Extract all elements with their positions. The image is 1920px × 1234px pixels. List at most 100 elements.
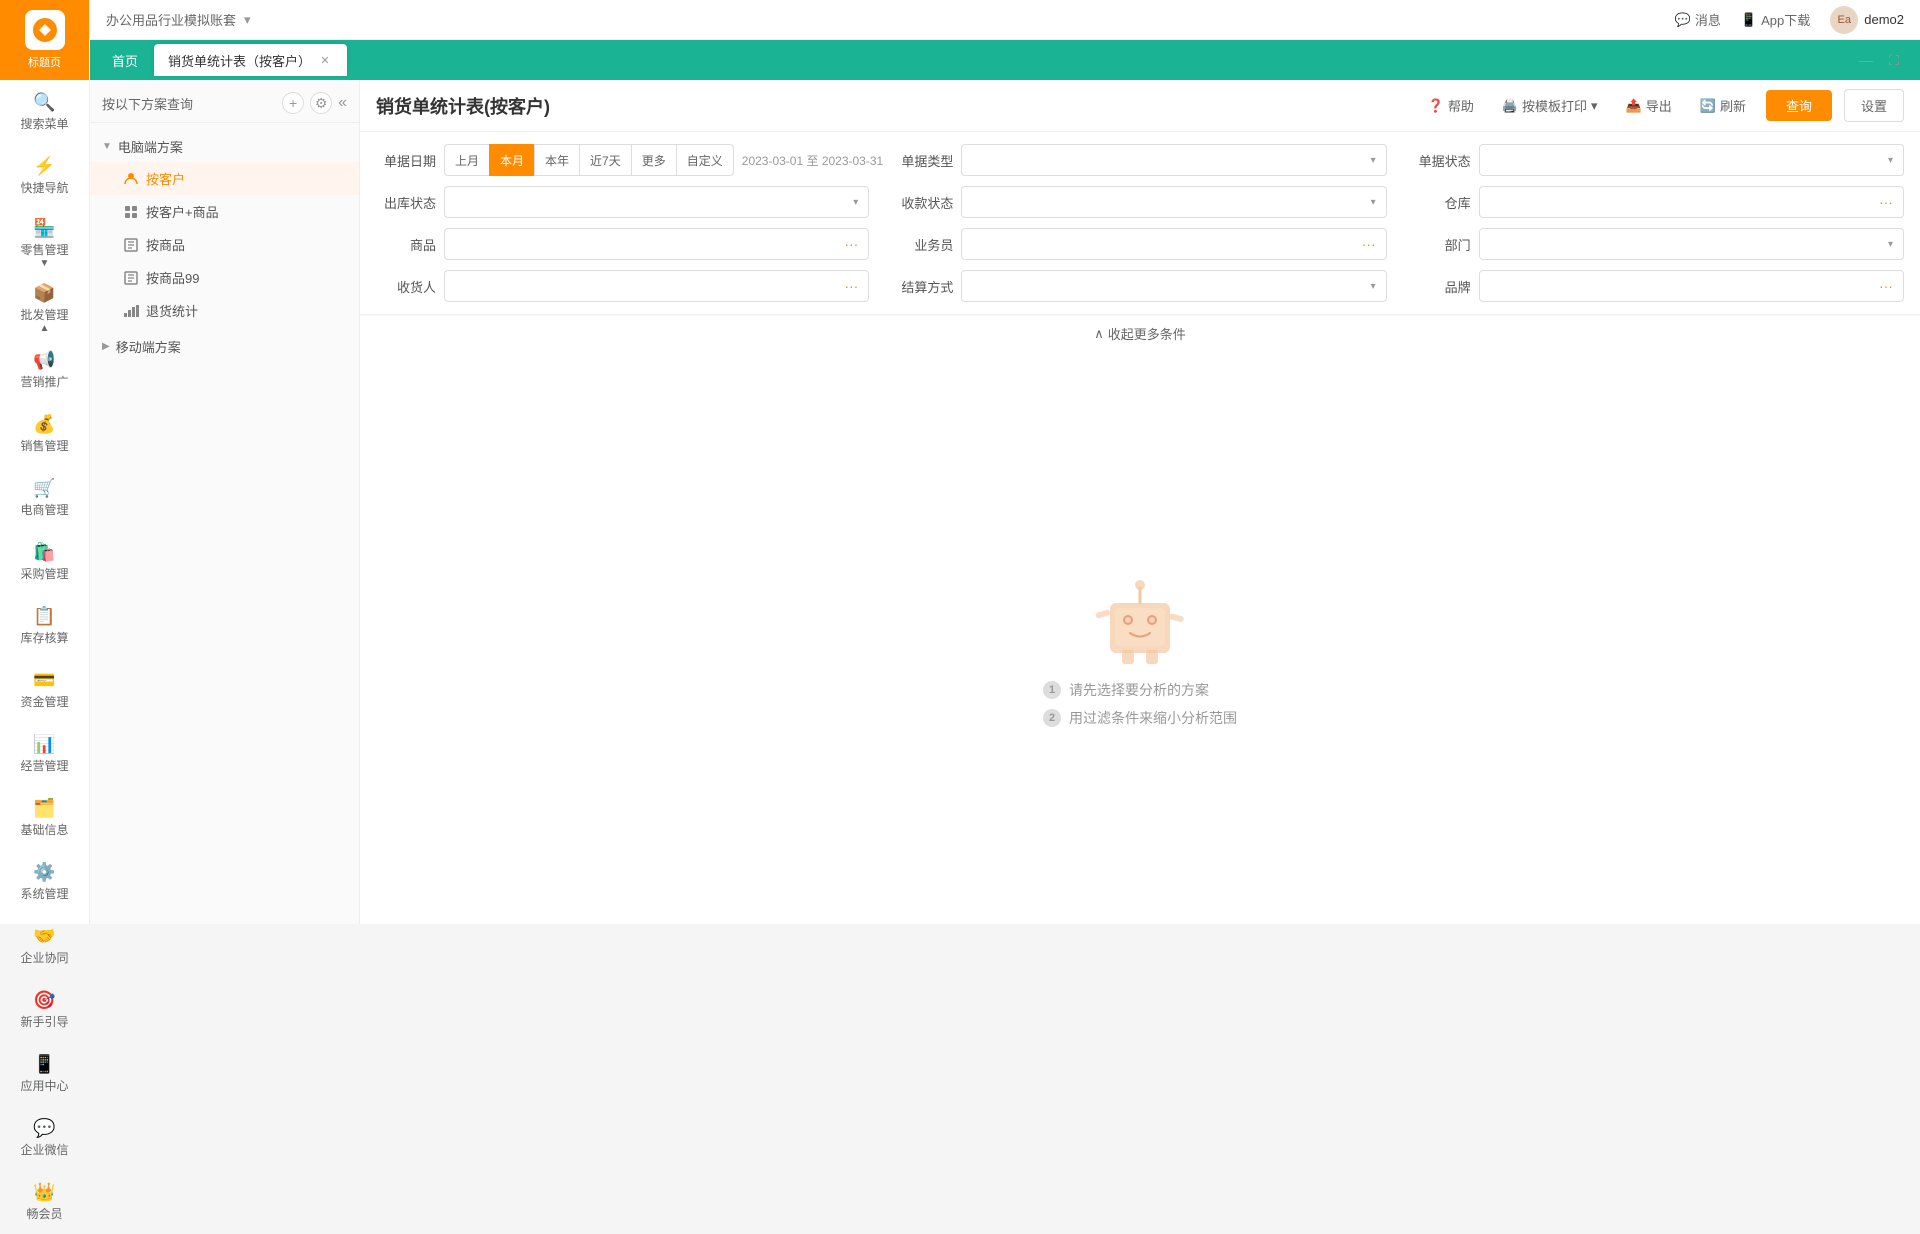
- sidebar-item-finance[interactable]: 💳 资金管理: [0, 658, 89, 722]
- collapse-more-button[interactable]: ∧ 收起更多条件: [360, 315, 1920, 351]
- filter-warehouse: 仓库 ···: [1411, 186, 1904, 218]
- tab-sales-stats[interactable]: 销货单统计表（按客户） ✕: [154, 44, 347, 76]
- sidebar-item-wechat[interactable]: 💬 企业微信: [0, 1106, 89, 1170]
- filter-row-1: 单据日期 上月 本月 本年 近7天 更多 自定义 2023-03-01 至 20…: [376, 144, 1904, 176]
- scheme-item-return-stats-label: 退货统计: [146, 301, 198, 320]
- sidebar-item-label-newbie: 新手引导: [20, 1013, 68, 1030]
- user-profile[interactable]: Ea demo2: [1830, 6, 1904, 34]
- desktop-section-header[interactable]: ▼ 电脑端方案: [90, 131, 359, 162]
- brand-select[interactable]: ···: [1479, 270, 1904, 302]
- header-left: 办公用品行业模拟账套 ▾: [106, 10, 251, 29]
- sidebar-item-ecom[interactable]: 🛒 电商管理: [0, 466, 89, 530]
- sidebar-item-wholesale[interactable]: 📦 批发管理 ▲: [0, 273, 89, 338]
- salesperson-dots-icon[interactable]: ···: [1362, 236, 1376, 252]
- export-label: 导出: [1646, 96, 1672, 115]
- chevron-down-icon: ▼: [40, 258, 50, 269]
- order-type-select[interactable]: ▾: [961, 144, 1386, 176]
- export-button[interactable]: 📤 导出: [1618, 92, 1680, 119]
- collapse-panel-button[interactable]: «: [338, 94, 347, 112]
- scheme-item-customer-product[interactable]: 按客户+商品: [90, 195, 359, 228]
- warehouse-select[interactable]: ···: [1479, 186, 1904, 218]
- chevron-right-icon: ▶: [102, 341, 110, 352]
- department-arrow-icon: ▾: [1888, 239, 1893, 250]
- warehouse-dots-icon[interactable]: ···: [1879, 194, 1893, 210]
- date-btn-more[interactable]: 更多: [631, 144, 676, 176]
- refresh-button[interactable]: 🔄 刷新: [1692, 92, 1754, 119]
- settings-scheme-button[interactable]: ⚙: [310, 92, 332, 114]
- scheme-item-by-customer[interactable]: 按客户: [90, 162, 359, 195]
- business-icon: 📊: [33, 734, 55, 755]
- customer-icon: [122, 170, 140, 188]
- breadcrumb-dropdown-icon[interactable]: ▾: [244, 12, 251, 28]
- goods-dots-icon[interactable]: ···: [844, 236, 858, 252]
- out-status-select[interactable]: ▾: [444, 186, 869, 218]
- sidebar-item-label-appcenter: 应用中心: [20, 1077, 68, 1094]
- tab-home[interactable]: 首页: [98, 44, 152, 76]
- sidebar-item-vip[interactable]: 👑 畅会员: [0, 1170, 89, 1234]
- sidebar-item-marketing[interactable]: 📢 营销推广: [0, 338, 89, 402]
- filter-order-status: 单据状态 ▾: [1411, 144, 1904, 176]
- salesperson-select[interactable]: ···: [961, 228, 1386, 260]
- system-icon: ⚙️: [33, 862, 55, 883]
- top-header: 办公用品行业模拟账套 ▾ 💬 消息 📱 App下载 Ea demo2: [90, 0, 1920, 40]
- order-status-select[interactable]: ▾: [1479, 144, 1904, 176]
- print-button[interactable]: 🖨️ 按模板打印 ▾: [1494, 92, 1606, 119]
- brand-dots-icon[interactable]: ···: [1879, 278, 1893, 294]
- filter-date: 单据日期 上月 本月 本年 近7天 更多 自定义 2023-03-01 至 20…: [376, 144, 869, 176]
- sidebar-item-basic[interactable]: 🗂️ 基础信息: [0, 786, 89, 850]
- date-btn-this-year[interactable]: 本年: [534, 144, 579, 176]
- sidebar-item-business[interactable]: 📊 经营管理: [0, 722, 89, 786]
- message-button[interactable]: 💬 消息: [1675, 10, 1721, 29]
- query-button[interactable]: 查询: [1766, 90, 1832, 121]
- filter-salesperson: 业务员 ···: [893, 228, 1386, 260]
- consignee-label: 收货人: [376, 277, 436, 296]
- logo[interactable]: 标题页: [0, 0, 89, 80]
- sidebar-item-purchase[interactable]: 🛍️ 采购管理: [0, 530, 89, 594]
- sidebar-item-search[interactable]: 🔍 搜索菜单: [0, 80, 89, 144]
- help-button[interactable]: ❓ 帮助: [1420, 92, 1482, 119]
- sidebar-item-inventory[interactable]: 📋 库存核算: [0, 594, 89, 658]
- settlement-select[interactable]: ▾: [961, 270, 1386, 302]
- print-label: 按模板打印: [1522, 96, 1587, 115]
- collapse-up-icon: ∧: [1094, 326, 1104, 342]
- sidebar-item-label-basic: 基础信息: [20, 821, 68, 838]
- app-download-button[interactable]: 📱 App下载: [1741, 10, 1810, 29]
- basic-icon: 🗂️: [33, 798, 55, 819]
- add-scheme-button[interactable]: +: [282, 92, 304, 114]
- filter-order-type: 单据类型 ▾: [893, 144, 1386, 176]
- print-arrow-icon: ▾: [1591, 98, 1598, 114]
- date-btn-custom[interactable]: 自定义: [676, 144, 734, 176]
- newbie-icon: 🎯: [33, 990, 55, 1011]
- order-type-arrow-icon: ▾: [1371, 155, 1376, 166]
- maximize-button[interactable]: ⛶: [1884, 50, 1904, 70]
- settings-button[interactable]: 设置: [1844, 89, 1904, 122]
- scheme-item-by-product[interactable]: 按商品: [90, 228, 359, 261]
- sidebar-item-system[interactable]: ⚙️ 系统管理: [0, 850, 89, 914]
- scheme-panel-actions: + ⚙ «: [282, 92, 347, 114]
- filter-department: 部门 ▾: [1411, 228, 1904, 260]
- date-btn-last-month[interactable]: 上月: [444, 144, 489, 176]
- sidebar-item-quicknav[interactable]: ⚡ 快捷导航: [0, 144, 89, 208]
- scheme-item-return-stats[interactable]: 退货统计: [90, 294, 359, 327]
- mobile-section-header[interactable]: ▶ 移动端方案: [90, 331, 359, 362]
- date-btn-7days[interactable]: 近7天: [579, 144, 631, 176]
- scheme-item-by-product-99[interactable]: 按商品99: [90, 261, 359, 294]
- tab-close-icon[interactable]: ✕: [317, 52, 333, 68]
- download-icon: 📱: [1741, 12, 1757, 28]
- filter-out-status: 出库状态 ▾: [376, 186, 869, 218]
- department-select[interactable]: ▾: [1479, 228, 1904, 260]
- filter-row-3: 商品 ··· 业务员 ··· 部门: [376, 228, 1904, 260]
- minimize-button[interactable]: —: [1856, 50, 1876, 70]
- receipt-status-select[interactable]: ▾: [961, 186, 1386, 218]
- date-btn-this-month[interactable]: 本月: [489, 144, 534, 176]
- sidebar-item-newbie[interactable]: 🎯 新手引导: [0, 978, 89, 1042]
- consignee-select[interactable]: ···: [444, 270, 869, 302]
- sidebar-item-sales[interactable]: 💰 销售管理: [0, 402, 89, 466]
- sidebar-item-retail[interactable]: 🏪 零售管理 ▼: [0, 208, 89, 273]
- quicknav-icon: ⚡: [33, 156, 55, 177]
- consignee-dots-icon[interactable]: ···: [844, 278, 858, 294]
- sidebar-item-appcenter[interactable]: 📱 应用中心: [0, 1042, 89, 1106]
- desktop-section-label: 电脑端方案: [118, 137, 183, 156]
- scheme-item-by-customer-label: 按客户: [146, 169, 185, 188]
- goods-select[interactable]: ···: [444, 228, 869, 260]
